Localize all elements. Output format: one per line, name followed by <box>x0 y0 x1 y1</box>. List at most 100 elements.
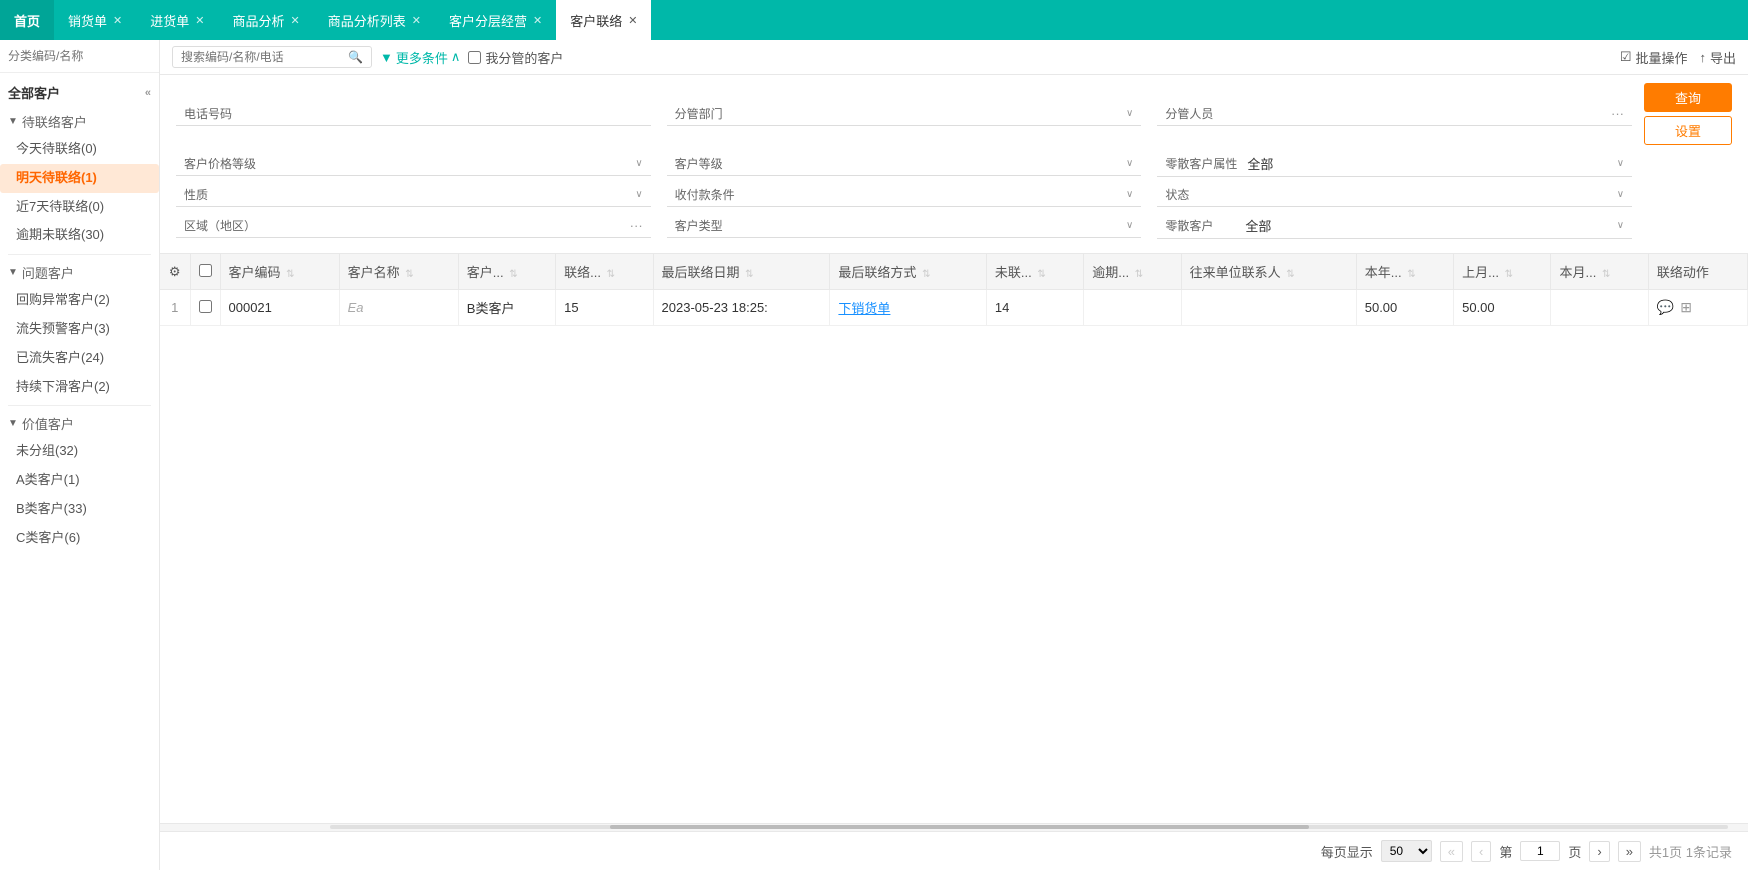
per-page-label: 每页显示 <box>1321 842 1373 861</box>
first-page-button[interactable]: « <box>1440 841 1463 862</box>
export-button[interactable]: ↑ 导出 <box>1699 48 1736 67</box>
sidebar-group-value-customers[interactable]: ▼ 价值客户 <box>0 410 159 437</box>
select-all-checkbox[interactable] <box>199 264 212 277</box>
pending-contact-arrow: ▼ <box>8 116 18 127</box>
filter-row-1: 电话号码 分管部门 ∨ 分管人员 ··· 查询 设置 <box>176 83 1732 145</box>
filter-phone-input[interactable] <box>260 107 643 121</box>
th-customer-code[interactable]: 客户编码 ⇅ <box>220 254 339 290</box>
department-dropdown-arrow[interactable]: ∨ <box>1126 108 1133 119</box>
th-last-contact-method[interactable]: 最后联络方式 ⇅ <box>830 254 986 290</box>
th-category[interactable]: 客户... ⇅ <box>458 254 555 290</box>
sidebar-item-class-a[interactable]: A类客户(1) <box>0 466 159 495</box>
customer-type-dropdown-arrow[interactable]: ∨ <box>1126 220 1133 231</box>
sidebar-item-overdue-contact[interactable]: 逾期未联络(30) <box>0 221 159 250</box>
customer-name-masked: Ea <box>348 300 364 315</box>
sidebar-item-class-c[interactable]: C类客户(6) <box>0 524 159 553</box>
nature-dropdown-arrow[interactable]: ∨ <box>635 189 642 200</box>
close-product-analysis[interactable]: ✕ <box>291 14 300 27</box>
query-button[interactable]: 查询 <box>1644 83 1732 112</box>
th-this-year[interactable]: 本年... ⇅ <box>1356 254 1453 290</box>
filter-retail-attr-label: 零散客户属性 <box>1165 155 1237 172</box>
sidebar-item-7days-pending[interactable]: 近7天待联络(0) <box>0 193 159 222</box>
horizontal-scrollbar-thumb[interactable] <box>610 825 1309 829</box>
no-contact-cell: 14 <box>986 290 1083 326</box>
table-area: ⚙ 客户编码 ⇅ 客户名称 ⇅ <box>160 254 1748 823</box>
gear-icon[interactable]: ⚙ <box>169 264 181 279</box>
close-purchase-order[interactable]: ✕ <box>195 14 204 27</box>
sidebar-item-repurchase-abnormal[interactable]: 回购异常客户(2) <box>0 286 159 315</box>
filter-customer-level: 客户等级 ∨ <box>667 152 1142 176</box>
sidebar-item-churn-warning[interactable]: 流失预警客户(3) <box>0 315 159 344</box>
my-customers-checkbox[interactable] <box>468 51 481 64</box>
per-page-select[interactable]: 50 100 200 <box>1381 840 1432 862</box>
grid-action-icon[interactable]: ⊞ <box>1680 299 1692 316</box>
nav-customer-contact[interactable]: 客户联络 ✕ <box>556 0 651 40</box>
last-contact-method-cell[interactable]: 下销货单 <box>830 290 986 326</box>
close-customer-contact[interactable]: ✕ <box>628 14 637 27</box>
sort-lm-icon: ⇅ <box>1505 269 1513 280</box>
status-dropdown-arrow[interactable]: ∨ <box>1617 189 1624 200</box>
filter-price-level-label: 客户价格等级 <box>184 155 256 172</box>
next-page-button[interactable]: › <box>1589 841 1609 862</box>
th-last-month[interactable]: 上月... ⇅ <box>1454 254 1551 290</box>
customer-level-dropdown-arrow[interactable]: ∨ <box>1126 158 1133 169</box>
this-month-cell <box>1551 290 1648 326</box>
toolbar-search-icon[interactable]: 🔍 <box>348 50 363 64</box>
contact-cell: 15 <box>556 290 653 326</box>
prev-page-button[interactable]: ‹ <box>1471 841 1491 862</box>
last-month-cell: 50.00 <box>1454 290 1551 326</box>
sidebar-group-problem-customers[interactable]: ▼ 问题客户 <box>0 259 159 286</box>
sidebar-all-customers-header[interactable]: 全部客户 « <box>8 79 151 106</box>
sort-lcm-icon: ⇅ <box>922 269 930 280</box>
th-customer-name[interactable]: 客户名称 ⇅ <box>339 254 458 290</box>
content-area: 🔍 ▼ 更多条件 ∧ 我分管的客户 ☑ 批量操作 ↑ 导出 <box>160 40 1748 870</box>
filter-nature: 性质 ∨ <box>176 183 651 207</box>
last-page-button[interactable]: » <box>1618 841 1641 862</box>
retail-customer-dropdown-arrow[interactable]: ∨ <box>1617 220 1624 231</box>
th-unit-contact[interactable]: 往来单位联系人 ⇅ <box>1181 254 1356 290</box>
nav-customer-segmentation[interactable]: 客户分层经营 ✕ <box>435 0 556 40</box>
sort-contact-icon: ⇅ <box>607 269 615 280</box>
scrollbar-area <box>160 823 1748 831</box>
region-dots[interactable]: ··· <box>630 218 643 233</box>
table-header-row: ⚙ 客户编码 ⇅ 客户名称 ⇅ <box>160 254 1748 290</box>
nav-home[interactable]: 首页 <box>0 0 54 40</box>
retail-attr-dropdown-arrow[interactable]: ∨ <box>1617 158 1624 169</box>
sidebar-item-ungrouped[interactable]: 未分组(32) <box>0 437 159 466</box>
settings-button[interactable]: 设置 <box>1644 116 1732 145</box>
toolbar-search-input[interactable] <box>181 50 348 64</box>
th-no-contact[interactable]: 未联... ⇅ <box>986 254 1083 290</box>
nav-sales-order[interactable]: 销货单 ✕ <box>54 0 136 40</box>
sidebar-search-input[interactable] <box>8 49 160 63</box>
th-this-month[interactable]: 本月... ⇅ <box>1551 254 1648 290</box>
manager-dots[interactable]: ··· <box>1611 106 1624 121</box>
close-sales-order[interactable]: ✕ <box>113 14 122 27</box>
sidebar-item-today-pending[interactable]: 今天待联络(0) <box>0 135 159 164</box>
th-gear[interactable]: ⚙ <box>160 254 190 290</box>
row-checkbox[interactable] <box>199 300 212 313</box>
sidebar-item-tomorrow-pending[interactable]: 明天待联络(1) <box>0 164 159 193</box>
nav-product-analysis[interactable]: 商品分析 ✕ <box>218 0 313 40</box>
sidebar-item-class-b[interactable]: B类客户(33) <box>0 495 159 524</box>
th-contact[interactable]: 联络... ⇅ <box>556 254 653 290</box>
chat-action-icon[interactable]: 💬 <box>1657 299 1674 316</box>
payment-terms-dropdown-arrow[interactable]: ∨ <box>1126 189 1133 200</box>
nav-product-analysis-list[interactable]: 商品分析列表 ✕ <box>314 0 435 40</box>
sidebar-group-pending-contact[interactable]: ▼ 待联络客户 <box>0 108 159 135</box>
filter-retail-attr-value: 全部 <box>1247 154 1273 173</box>
page-number-input[interactable] <box>1520 841 1560 861</box>
close-customer-segmentation[interactable]: ✕ <box>533 14 542 27</box>
collapse-icon[interactable]: « <box>145 87 151 99</box>
toolbar: 🔍 ▼ 更多条件 ∧ 我分管的客户 ☑ 批量操作 ↑ 导出 <box>160 40 1748 75</box>
price-level-dropdown-arrow[interactable]: ∨ <box>635 158 642 169</box>
more-filter-button[interactable]: ▼ 更多条件 ∧ <box>380 48 460 67</box>
close-product-analysis-list[interactable]: ✕ <box>412 14 421 27</box>
filter-phone: 电话号码 <box>176 102 651 126</box>
sidebar-item-churned[interactable]: 已流失客户(24) <box>0 344 159 373</box>
th-last-contact-date[interactable]: 最后联络日期 ⇅ <box>653 254 830 290</box>
toolbar-right: ☑ 批量操作 ↑ 导出 <box>1620 48 1736 67</box>
nav-purchase-order[interactable]: 进货单 ✕ <box>136 0 218 40</box>
th-overdue[interactable]: 逾期... ⇅ <box>1084 254 1181 290</box>
sidebar-item-declining[interactable]: 持续下滑客户(2) <box>0 373 159 402</box>
batch-operation-button[interactable]: ☑ 批量操作 <box>1620 48 1688 67</box>
